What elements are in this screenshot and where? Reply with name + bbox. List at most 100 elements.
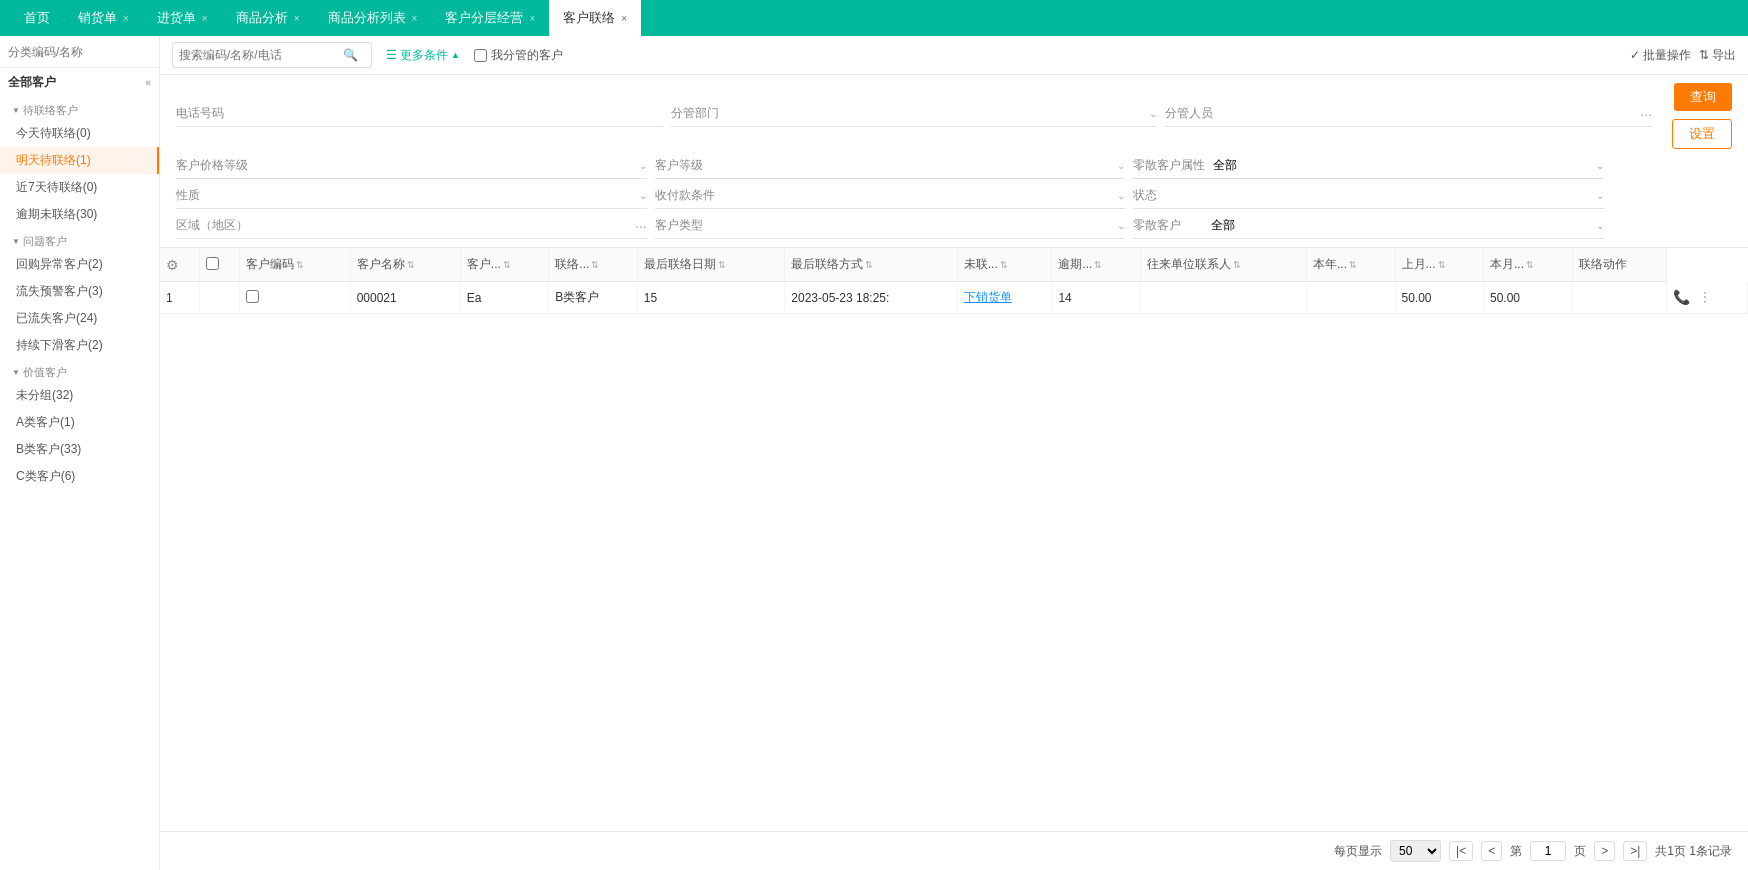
dept-field[interactable]: 分管部门 ⌄ bbox=[671, 105, 1158, 127]
next-page-button[interactable]: > bbox=[1594, 841, 1615, 861]
my-customers-checkbox-wrap[interactable]: 我分管的客户 bbox=[474, 47, 563, 64]
sort-icon[interactable]: ⇅ bbox=[718, 260, 726, 270]
select-all-checkbox[interactable] bbox=[206, 257, 219, 270]
customer-level-field[interactable]: 客户等级 ⌄ bbox=[655, 157, 1126, 179]
export-button[interactable]: ⇅ 导出 bbox=[1699, 47, 1736, 64]
action-phone-icon[interactable]: 📞 bbox=[1673, 289, 1690, 305]
sidebar-item[interactable]: 流失预警客户(3) bbox=[0, 278, 159, 305]
col-header-overdue[interactable]: 逾期... ⇅ bbox=[1052, 248, 1141, 282]
nav-close-icon[interactable]: × bbox=[202, 13, 208, 24]
nav-item-商品分析列表[interactable]: 商品分析列表× bbox=[314, 0, 432, 36]
sidebar-item[interactable]: C类客户(6) bbox=[0, 463, 159, 490]
nature-down-icon[interactable]: ⌄ bbox=[639, 190, 647, 201]
sort-icon[interactable]: ⇅ bbox=[1526, 260, 1534, 270]
sidebar-item[interactable]: 近7天待联络(0) bbox=[0, 174, 159, 201]
col-header-this_year[interactable]: 本年... ⇅ bbox=[1307, 248, 1396, 282]
nav-item-客户联络[interactable]: 客户联络× bbox=[549, 0, 641, 36]
col-header-not_contact[interactable]: 未联... ⇅ bbox=[957, 248, 1052, 282]
sidebar-group-待联络客户[interactable]: 待联络客户 bbox=[0, 97, 159, 120]
col-header-type[interactable]: 客户... ⇅ bbox=[460, 248, 549, 282]
sort-icon[interactable]: ⇅ bbox=[1094, 260, 1102, 270]
customer-type-down-icon[interactable]: ⌄ bbox=[1117, 220, 1125, 231]
sidebar-group-价值客户[interactable]: 价值客户 bbox=[0, 359, 159, 382]
sort-icon[interactable]: ⇅ bbox=[591, 260, 599, 270]
sidebar-group-问题客户[interactable]: 问题客户 bbox=[0, 228, 159, 251]
sort-icon[interactable]: ⇅ bbox=[407, 260, 415, 270]
set-button[interactable]: 设置 bbox=[1672, 119, 1732, 149]
col-header-contacts[interactable]: 联络... ⇅ bbox=[549, 248, 638, 282]
cell-action: 📞⋮ bbox=[1667, 282, 1748, 314]
sidebar-item[interactable]: B类客户(33) bbox=[0, 436, 159, 463]
action-grid-icon[interactable]: ⋮ bbox=[1698, 289, 1712, 305]
cell-last_date: 2023-05-23 18:25: bbox=[785, 282, 957, 314]
first-page-button[interactable]: |< bbox=[1449, 841, 1473, 861]
sort-icon[interactable]: ⇅ bbox=[296, 260, 304, 270]
sidebar-all-customers[interactable]: 全部客户 « bbox=[0, 68, 159, 97]
col-header-last_month[interactable]: 上月... ⇅ bbox=[1395, 248, 1484, 282]
sidebar-item[interactable]: 持续下滑客户(2) bbox=[0, 332, 159, 359]
col-header-name[interactable]: 客户名称 ⇅ bbox=[350, 248, 460, 282]
status-down-icon[interactable]: ⌄ bbox=[1596, 190, 1604, 201]
nav-close-icon[interactable]: × bbox=[529, 13, 535, 24]
toolbar-right: ✓ 批量操作 ⇅ 导出 bbox=[1630, 47, 1736, 64]
sort-icon[interactable]: ⇅ bbox=[1438, 260, 1446, 270]
nav-close-icon[interactable]: × bbox=[294, 13, 300, 24]
query-button[interactable]: 查询 bbox=[1674, 83, 1732, 111]
dept-down-icon[interactable]: ⌄ bbox=[1149, 108, 1157, 119]
gear-icon[interactable]: ⚙ bbox=[166, 257, 179, 273]
status-field[interactable]: 状态 ⌄ bbox=[1133, 187, 1604, 209]
sidebar-item[interactable]: 已流失客户(24) bbox=[0, 305, 159, 332]
region-label: 区域（地区） bbox=[176, 217, 248, 234]
sidebar-item[interactable]: 回购异常客户(2) bbox=[0, 251, 159, 278]
last-page-button[interactable]: >| bbox=[1623, 841, 1647, 861]
manager-dots-icon[interactable]: ··· bbox=[1640, 106, 1652, 122]
retail-customer-down-icon[interactable]: ⌄ bbox=[1596, 220, 1604, 231]
retail-customer-field[interactable]: 零散客户 全部 ⌄ bbox=[1133, 217, 1604, 239]
region-dots-icon[interactable]: ··· bbox=[635, 218, 647, 234]
my-customers-checkbox[interactable] bbox=[474, 49, 487, 62]
sidebar-item[interactable]: 明天待联络(1) bbox=[0, 147, 159, 174]
nav-item-进货单[interactable]: 进货单× bbox=[143, 0, 222, 36]
nav-item-客户分层经营[interactable]: 客户分层经营× bbox=[431, 0, 549, 36]
col-header-last_date[interactable]: 最后联络日期 ⇅ bbox=[637, 248, 784, 282]
price-level-down-icon[interactable]: ⌄ bbox=[639, 160, 647, 171]
retail-attr-down-icon[interactable]: ⌄ bbox=[1596, 160, 1604, 171]
retail-attr-field[interactable]: 零散客户属性 全部 ⌄ bbox=[1133, 157, 1604, 179]
price-level-field[interactable]: 客户价格等级 ⌄ bbox=[176, 157, 647, 179]
col-header-contact_person[interactable]: 往来单位联系人 ⇅ bbox=[1140, 248, 1306, 282]
search-icon[interactable]: 🔍 bbox=[343, 48, 358, 62]
col-header-code[interactable]: 客户编码 ⇅ bbox=[240, 248, 350, 282]
sort-icon[interactable]: ⇅ bbox=[1000, 260, 1008, 270]
phone-input[interactable] bbox=[254, 107, 663, 121]
sidebar-item[interactable]: 今天待联络(0) bbox=[0, 120, 159, 147]
sidebar-item[interactable]: A类客户(1) bbox=[0, 409, 159, 436]
nav-item-商品分析[interactable]: 商品分析× bbox=[222, 0, 314, 36]
sort-icon[interactable]: ⇅ bbox=[1349, 260, 1357, 270]
customer-level-down-icon[interactable]: ⌄ bbox=[1117, 160, 1125, 171]
last-method-link[interactable]: 下销货单 bbox=[964, 290, 1012, 304]
batch-button[interactable]: ✓ 批量操作 bbox=[1630, 47, 1691, 64]
col-header-this_month[interactable]: 本月... ⇅ bbox=[1484, 248, 1573, 282]
page-input[interactable] bbox=[1530, 841, 1566, 861]
nature-field[interactable]: 性质 ⌄ bbox=[176, 187, 647, 209]
customer-type-field[interactable]: 客户类型 ⌄ bbox=[655, 217, 1126, 239]
nav-close-icon[interactable]: × bbox=[621, 13, 627, 24]
nav-item-首页[interactable]: 首页 bbox=[10, 0, 64, 36]
sidebar-search-input[interactable] bbox=[8, 45, 158, 59]
sidebar-item[interactable]: 逾期未联络(30) bbox=[0, 201, 159, 228]
sort-icon[interactable]: ⇅ bbox=[865, 260, 873, 270]
search-input[interactable] bbox=[179, 48, 339, 62]
more-filter-button[interactable]: ☰ 更多条件 ▲ bbox=[380, 43, 466, 68]
nav-item-销货单[interactable]: 销货单× bbox=[64, 0, 143, 36]
nav-close-icon[interactable]: × bbox=[123, 13, 129, 24]
sort-icon[interactable]: ⇅ bbox=[1233, 260, 1241, 270]
nav-close-icon[interactable]: × bbox=[412, 13, 418, 24]
col-header-last_method[interactable]: 最后联络方式 ⇅ bbox=[785, 248, 957, 282]
prev-page-button[interactable]: < bbox=[1481, 841, 1502, 861]
sidebar-item[interactable]: 未分组(32) bbox=[0, 382, 159, 409]
payment-down-icon[interactable]: ⌄ bbox=[1117, 190, 1125, 201]
page-size-select[interactable]: 50 100 200 bbox=[1390, 840, 1441, 862]
sort-icon[interactable]: ⇅ bbox=[503, 260, 511, 270]
row-checkbox[interactable] bbox=[246, 290, 259, 303]
payment-field[interactable]: 收付款条件 ⌄ bbox=[655, 187, 1126, 209]
